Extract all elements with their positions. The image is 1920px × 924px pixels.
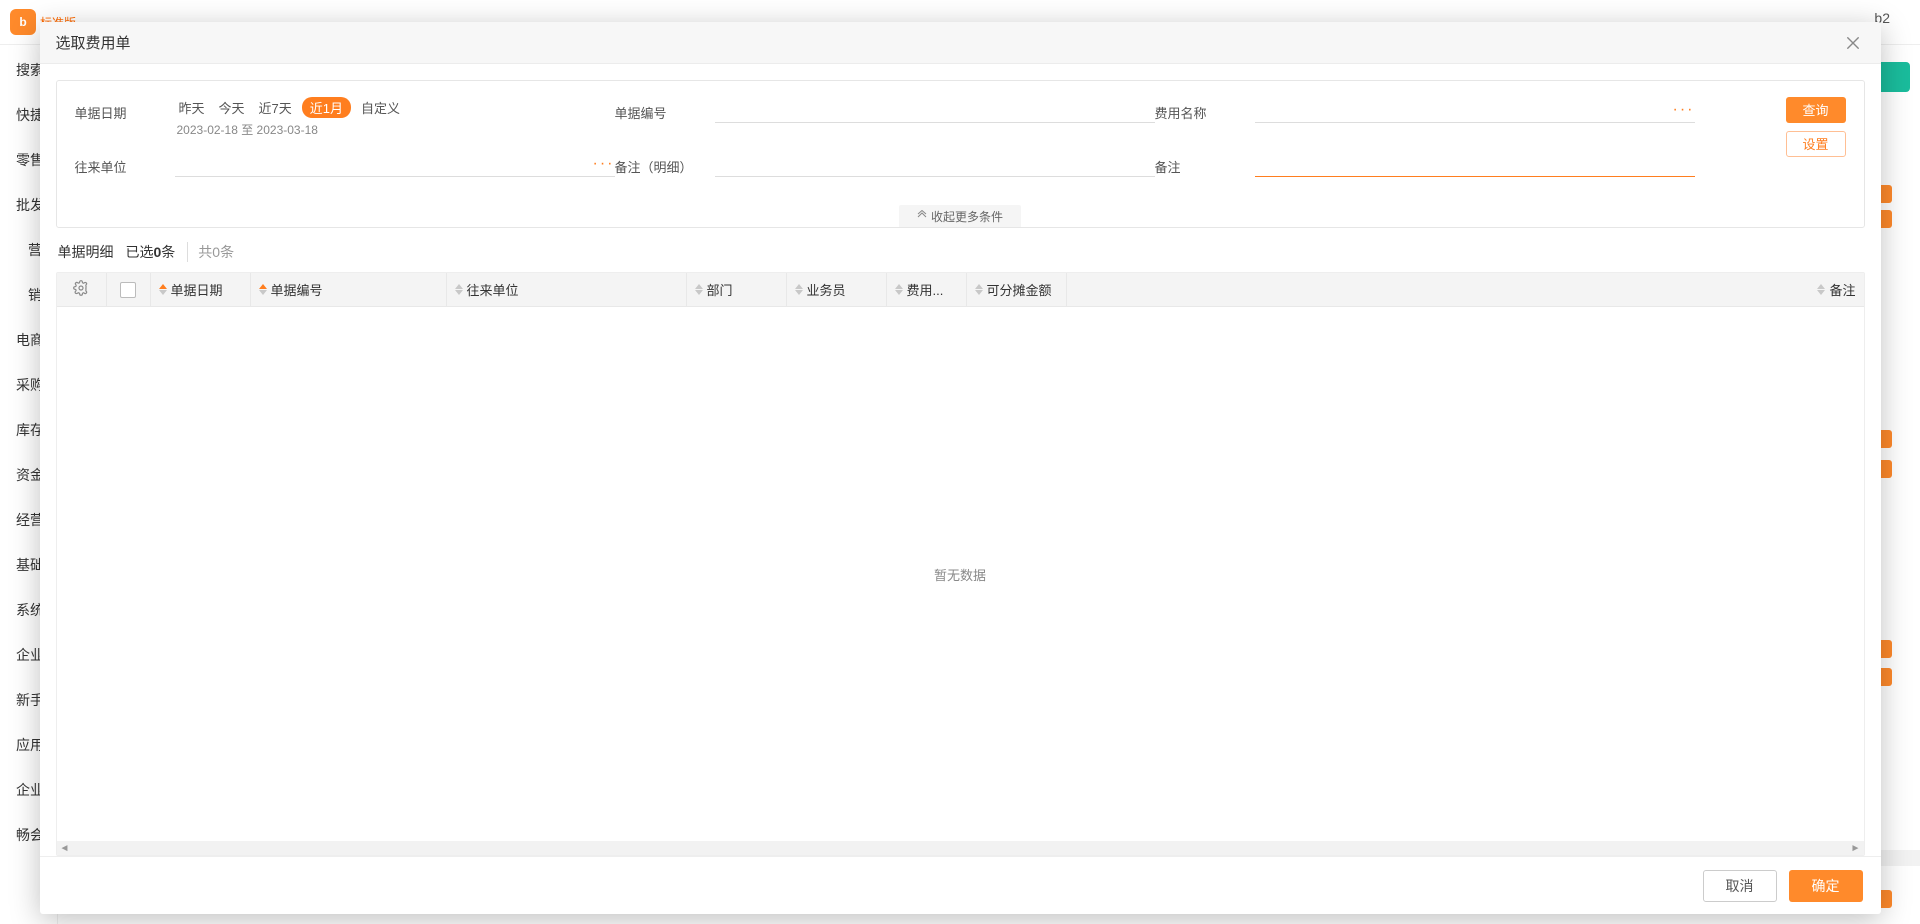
more-icon[interactable]: ··· [593, 155, 615, 173]
filter-doc-code: 单据编号 [615, 97, 1155, 139]
close-icon[interactable] [1841, 31, 1865, 55]
column-fee[interactable]: 费用... [887, 273, 967, 306]
party-input-wrap: ··· [175, 151, 615, 177]
column-share-amount[interactable]: 可分摊金额 [967, 273, 1067, 306]
fee-name-input-wrap: ··· [1255, 97, 1695, 123]
date-chip-last7[interactable]: 近7天 [255, 97, 296, 118]
column-label: 可分摊金额 [987, 280, 1052, 299]
date-chip-group: 昨天 今天 近7天 近1月 自定义 [175, 97, 615, 118]
collapse-filters-button[interactable]: 收起更多条件 [899, 205, 1021, 227]
column-party[interactable]: 往来单位 [447, 273, 687, 306]
modal-overlay: 选取费用单 单据日期 昨天 今天 近7天 近1月 [0, 0, 1920, 924]
list-header: 单据明细 已选0条 共0条 [56, 236, 1865, 272]
scroll-left-icon[interactable]: ◄ [57, 841, 73, 855]
remark-input[interactable] [1255, 151, 1695, 177]
doc-code-input[interactable] [715, 97, 1155, 123]
filter-remark: 备注 [1155, 151, 1695, 193]
collapse-label: 收起更多条件 [931, 208, 1003, 225]
empty-text: 暂无数据 [934, 565, 986, 584]
sort-icon[interactable] [159, 282, 167, 298]
modal-footer: 取消 确定 [40, 856, 1881, 914]
results-table: 单据日期 单据编号 往来单位 部门 [56, 272, 1865, 856]
column-select-all[interactable] [107, 273, 151, 306]
list-title: 单据明细 [58, 242, 114, 262]
date-chip-yesterday[interactable]: 昨天 [175, 97, 209, 118]
column-label: 往来单位 [467, 280, 519, 299]
column-dept[interactable]: 部门 [687, 273, 787, 306]
label-remark-detail: 备注（明细） [615, 151, 715, 176]
doc-code-input-wrap [715, 97, 1155, 123]
filter-actions: 查询 设置 [1786, 97, 1846, 157]
label-party: 往来单位 [75, 151, 175, 176]
filter-fee-name: 费用名称 ··· [1155, 97, 1695, 139]
date-chip-custom[interactable]: 自定义 [357, 97, 404, 118]
select-expense-modal: 选取费用单 单据日期 昨天 今天 近7天 近1月 [40, 22, 1881, 914]
chevron-up-icon [917, 209, 927, 223]
sort-icon[interactable] [455, 282, 463, 298]
filter-doc-date: 单据日期 昨天 今天 近7天 近1月 自定义 2023-02-18 至 2023… [75, 97, 615, 139]
label-doc-code: 单据编号 [615, 97, 715, 122]
remark-detail-input-wrap [715, 151, 1155, 177]
scroll-right-icon[interactable]: ► [1848, 841, 1864, 855]
date-chip-last-month[interactable]: 近1月 [302, 97, 351, 118]
modal-title: 选取费用单 [56, 32, 131, 53]
column-doc-code[interactable]: 单据编号 [251, 273, 447, 306]
label-fee-name: 费用名称 [1155, 97, 1255, 122]
selected-prefix: 已选 [126, 244, 154, 260]
sort-icon[interactable] [695, 282, 703, 298]
sort-icon[interactable] [795, 282, 803, 298]
selected-suffix: 条 [161, 244, 175, 260]
column-label: 单据编号 [271, 280, 323, 299]
total-count: 共0条 [187, 242, 234, 262]
filter-party: 往来单位 ··· [75, 151, 615, 193]
party-input[interactable] [175, 151, 615, 177]
confirm-button[interactable]: 确定 [1789, 870, 1863, 902]
label-remark: 备注 [1155, 151, 1255, 176]
column-label: 部门 [707, 280, 733, 299]
fee-name-input[interactable] [1255, 97, 1695, 123]
date-chip-today[interactable]: 今天 [215, 97, 249, 118]
query-button[interactable]: 查询 [1786, 97, 1846, 123]
table-horizontal-scrollbar[interactable]: ◄ ► [57, 841, 1864, 855]
remark-detail-input[interactable] [715, 151, 1155, 177]
gear-icon [73, 280, 89, 300]
settings-button[interactable]: 设置 [1786, 131, 1846, 157]
more-icon[interactable]: ··· [1673, 101, 1695, 119]
column-settings[interactable] [57, 273, 107, 306]
sort-icon[interactable] [259, 282, 267, 298]
cancel-button[interactable]: 取消 [1703, 870, 1777, 902]
column-doc-date[interactable]: 单据日期 [151, 273, 251, 306]
selected-count: 已选0条 [126, 242, 176, 262]
sort-icon[interactable] [895, 282, 903, 298]
table-header: 单据日期 单据编号 往来单位 部门 [57, 273, 1864, 307]
column-label: 备注 [1829, 280, 1855, 299]
remark-input-wrap [1255, 151, 1695, 177]
column-remark[interactable]: 备注 [1067, 273, 1864, 306]
modal-body: 单据日期 昨天 今天 近7天 近1月 自定义 2023-02-18 至 2023… [40, 64, 1881, 856]
filter-remark-detail: 备注（明细） [615, 151, 1155, 193]
filter-panel: 单据日期 昨天 今天 近7天 近1月 自定义 2023-02-18 至 2023… [56, 80, 1865, 228]
sort-icon[interactable] [1817, 282, 1825, 298]
column-agent[interactable]: 业务员 [787, 273, 887, 306]
column-label: 单据日期 [171, 280, 223, 299]
label-doc-date: 单据日期 [75, 97, 175, 122]
column-label: 费用... [907, 280, 944, 299]
table-body-empty: 暂无数据 [57, 307, 1864, 841]
date-range-text: 2023-02-18 至 2023-03-18 [175, 121, 615, 138]
sort-icon[interactable] [975, 282, 983, 298]
modal-header: 选取费用单 [40, 22, 1881, 64]
column-label: 业务员 [807, 280, 846, 299]
checkbox[interactable] [120, 282, 136, 298]
